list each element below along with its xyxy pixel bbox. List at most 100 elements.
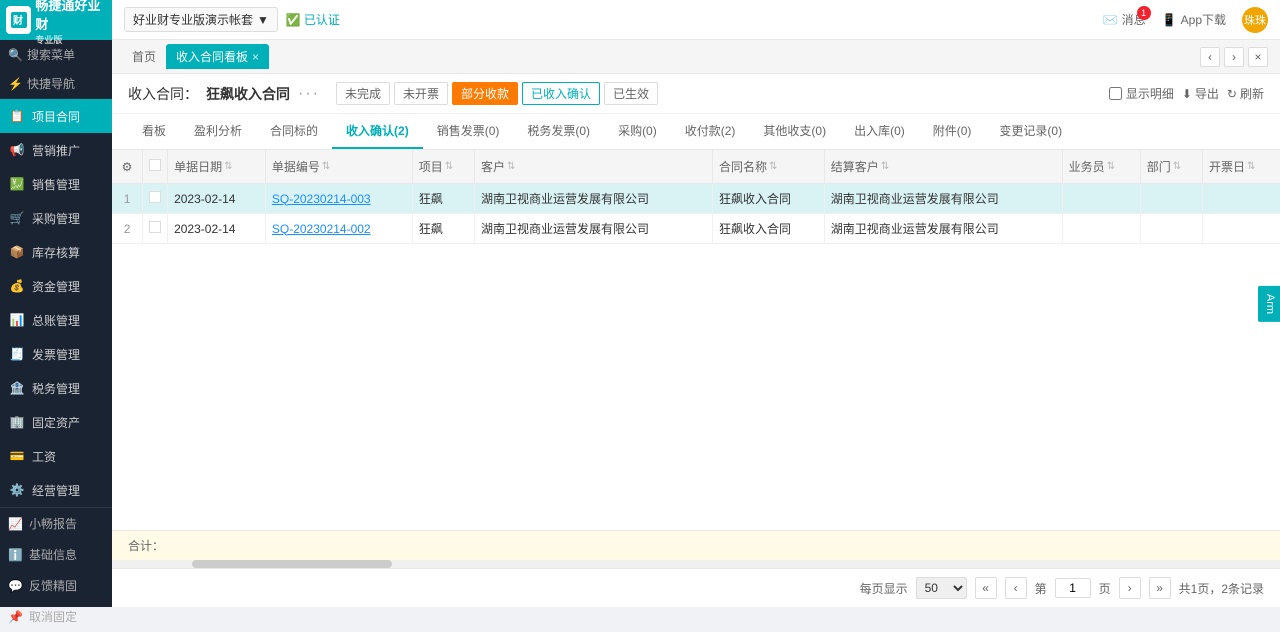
- invoice-icon: 🧾: [8, 345, 26, 363]
- sidebar-item-quicknav[interactable]: ⚡ 快捷导航: [0, 69, 112, 99]
- tab-nav-next[interactable]: ›: [1224, 47, 1244, 67]
- sort-customer-icon[interactable]: ⇅: [507, 161, 515, 172]
- table-row[interactable]: 2 2023-02-14 SQ-20230214-002 狂飙 湖南卫视商业运营…: [112, 214, 1280, 244]
- sort-date-icon[interactable]: ⇅: [224, 161, 232, 172]
- row-checkbox-2[interactable]: [143, 214, 168, 244]
- sort-invoicedate-icon[interactable]: ⇅: [1247, 161, 1255, 172]
- per-page-select[interactable]: 50 100 200: [916, 577, 967, 599]
- sidebar-item-purchase[interactable]: 🛒 采购管理: [0, 201, 112, 235]
- purchase-icon: 🛒: [8, 209, 26, 227]
- tab-nav-close[interactable]: ×: [1248, 47, 1268, 67]
- asset-label: 固定资产: [32, 414, 80, 431]
- sub-tab-purchase[interactable]: 采购(0): [604, 114, 671, 149]
- search-icon: 🔍: [8, 48, 23, 62]
- sidebar-item-ledger[interactable]: 📊 总账管理: [0, 303, 112, 337]
- select-all-checkbox[interactable]: [149, 159, 161, 171]
- prev-page-btn[interactable]: ‹: [1005, 577, 1027, 599]
- show-detail-checkbox[interactable]: 显示明细: [1109, 85, 1174, 102]
- sidebar-item-salary[interactable]: 💳 工资: [0, 439, 112, 473]
- app-download-btn[interactable]: 📱 App下载: [1162, 11, 1226, 28]
- sub-tab-tax-invoice[interactable]: 税务发票(0): [513, 114, 604, 149]
- table-footer: 合计：: [112, 530, 1280, 560]
- next-page-btn[interactable]: ›: [1119, 577, 1141, 599]
- sub-tab-attachments[interactable]: 附件(0): [919, 114, 986, 149]
- th-contract: 合同名称⇅: [712, 150, 824, 184]
- float-arm-btn[interactable]: Arm: [1258, 285, 1280, 321]
- table-row[interactable]: 1 2023-02-14 SQ-20230214-003 狂飙 湖南卫视商业运营…: [112, 184, 1280, 214]
- status-confirmed[interactable]: 已收入确认: [522, 82, 600, 105]
- horizontal-scrollbar[interactable]: [112, 560, 1280, 568]
- tab-nav-prev[interactable]: ‹: [1200, 47, 1220, 67]
- topbar: 好业财专业版演示帐套 ▼ ✅ 已认证 ✉️ 消息 1 📱 App下载 珠珠: [112, 0, 1280, 40]
- tax-icon: 🏦: [8, 379, 26, 397]
- sidebar-item-marketing[interactable]: 📢 营销推广: [0, 133, 112, 167]
- page-header-right: 显示明细 ⬇ 导出 ↻ 刷新: [1109, 85, 1264, 102]
- row-orderno-2[interactable]: SQ-20230214-002: [265, 214, 412, 244]
- topbar-right: ✉️ 消息 1 📱 App下载 珠珠: [1103, 7, 1268, 33]
- user-name: 珠珠: [1244, 12, 1266, 28]
- sub-tab-inout[interactable]: 出入库(0): [840, 114, 919, 149]
- sidebar-item-report[interactable]: 📈 小畅报告: [0, 508, 112, 539]
- first-page-btn[interactable]: «: [975, 577, 997, 599]
- app-name: 畅捷通好业财: [35, 0, 106, 33]
- tab-home[interactable]: 首页: [124, 44, 164, 69]
- sidebar-item-management[interactable]: ⚙️ 经营管理: [0, 473, 112, 507]
- salary-label: 工资: [32, 448, 56, 465]
- asset-icon: 🏢: [8, 413, 26, 431]
- sidebar-item-unpin[interactable]: 📌 取消固定: [0, 601, 112, 632]
- th-settings[interactable]: ⚙: [112, 150, 143, 184]
- sort-contract-icon[interactable]: ⇅: [769, 161, 777, 172]
- sort-salesman-icon[interactable]: ⇅: [1107, 161, 1115, 172]
- feedback-label: 反馈精固: [29, 577, 77, 594]
- status-incomplete[interactable]: 未完成: [336, 82, 390, 105]
- sub-tab-revenue-confirm[interactable]: 收入确认(2): [332, 114, 423, 149]
- last-page-btn[interactable]: »: [1149, 577, 1171, 599]
- sidebar-item-invoice[interactable]: 🧾 发票管理: [0, 337, 112, 371]
- sort-orderno-icon[interactable]: ⇅: [322, 161, 330, 172]
- sort-dept-icon[interactable]: ⇅: [1173, 161, 1181, 172]
- info-icon: ℹ️: [8, 548, 23, 562]
- refresh-btn[interactable]: ↻ 刷新: [1227, 85, 1264, 102]
- sidebar-item-baseinfo[interactable]: ℹ️ 基础信息: [0, 539, 112, 570]
- scrollbar-thumb[interactable]: [192, 560, 392, 568]
- export-btn[interactable]: ⬇ 导出: [1182, 85, 1219, 102]
- sub-tab-sales-invoice[interactable]: 销售发票(0): [423, 114, 514, 149]
- sidebar-item-sales[interactable]: 💹 销售管理: [0, 167, 112, 201]
- th-customer: 客户⇅: [475, 150, 713, 184]
- export-label: 导出: [1195, 85, 1219, 102]
- sidebar-item-fund[interactable]: 💰 资金管理: [0, 269, 112, 303]
- status-effective[interactable]: 已生效: [604, 82, 658, 105]
- th-checkbox[interactable]: [143, 150, 168, 184]
- sidebar-item-asset[interactable]: 🏢 固定资产: [0, 405, 112, 439]
- logo-icon: 财: [6, 6, 31, 34]
- status-uninvoiced[interactable]: 未开票: [394, 82, 448, 105]
- show-detail-input[interactable]: [1109, 87, 1122, 100]
- sub-tab-other[interactable]: 其他收支(0): [749, 114, 840, 149]
- sub-tab-board[interactable]: 看板: [128, 114, 180, 149]
- sub-tab-contract-subject[interactable]: 合同标的: [256, 114, 332, 149]
- user-avatar[interactable]: 珠珠: [1242, 7, 1268, 33]
- company-selector[interactable]: 好业财专业版演示帐套 ▼: [124, 7, 278, 32]
- message-btn[interactable]: ✉️ 消息 1: [1103, 11, 1146, 28]
- sub-tab-profit[interactable]: 盈利分析: [180, 114, 256, 149]
- current-page-input[interactable]: [1055, 578, 1091, 598]
- sub-tab-payment[interactable]: 收付款(2): [671, 114, 750, 149]
- sort-settlement-icon[interactable]: ⇅: [881, 161, 889, 172]
- row-orderno-1[interactable]: SQ-20230214-003: [265, 184, 412, 214]
- sidebar-item-search[interactable]: 🔍 搜索菜单: [0, 40, 112, 69]
- sidebar-item-feedback[interactable]: 💬 反馈精固: [0, 570, 112, 601]
- purchase-label: 采购管理: [32, 210, 80, 227]
- sidebar-item-contract[interactable]: 📋 项目合同: [0, 99, 112, 133]
- row-dept-1: [1140, 184, 1202, 214]
- sort-project-icon[interactable]: ⇅: [445, 161, 453, 172]
- unpin-label: 取消固定: [29, 608, 77, 625]
- contract-icon: 📋: [8, 107, 26, 125]
- tab-contract-board[interactable]: 收入合同看板 ×: [166, 44, 269, 69]
- sub-tab-changes[interactable]: 变更记录(0): [985, 114, 1076, 149]
- more-btn[interactable]: ···: [298, 85, 320, 103]
- row-checkbox-1[interactable]: [143, 184, 168, 214]
- status-partial[interactable]: 部分收款: [452, 82, 518, 105]
- sidebar-item-tax[interactable]: 🏦 税务管理: [0, 371, 112, 405]
- close-tab-icon[interactable]: ×: [252, 50, 259, 64]
- sidebar-item-inventory[interactable]: 📦 库存核算: [0, 235, 112, 269]
